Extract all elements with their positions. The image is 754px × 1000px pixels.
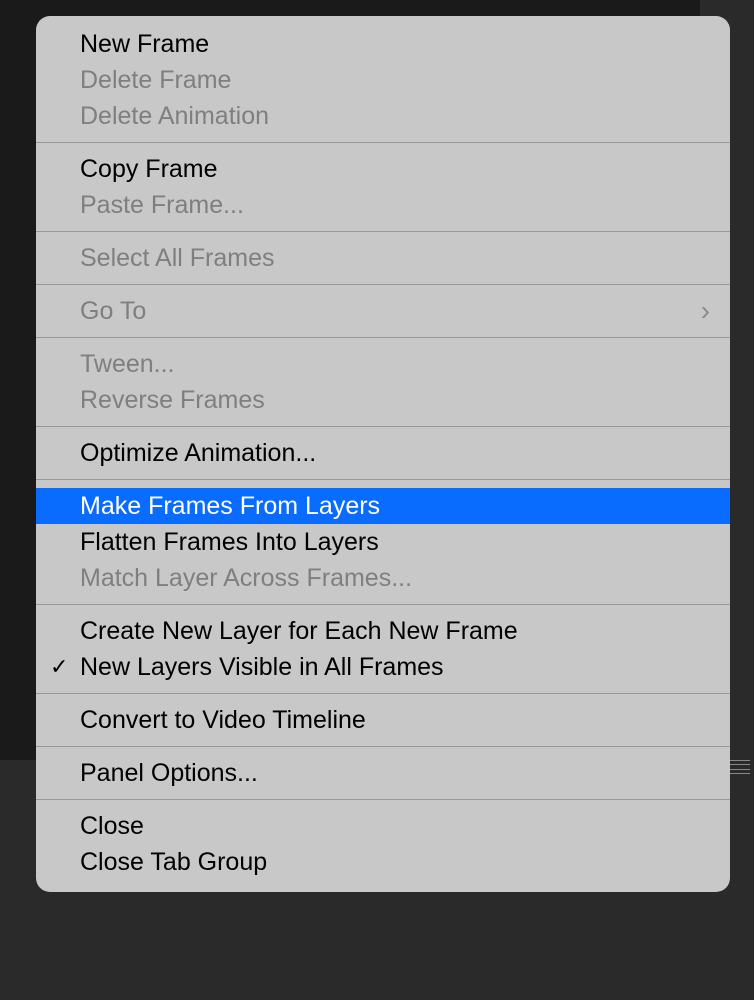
timeline-panel-menu: New Frame Delete Frame Delete Animation … [36, 16, 730, 892]
menu-label: Reverse Frames [80, 386, 265, 415]
menu-divider [36, 142, 730, 143]
menu-label: Close [80, 812, 144, 841]
menu-item-paste-frame: Paste Frame... [36, 187, 730, 223]
menu-item-new-layers-visible-all-frames[interactable]: ✓ New Layers Visible in All Frames [36, 649, 730, 685]
menu-divider [36, 746, 730, 747]
menu-label: Select All Frames [80, 244, 275, 273]
menu-label: Go To [80, 297, 146, 326]
menu-item-convert-to-video-timeline[interactable]: Convert to Video Timeline [36, 702, 730, 738]
menu-divider [36, 799, 730, 800]
menu-item-new-frame[interactable]: New Frame [36, 26, 730, 62]
menu-divider [36, 426, 730, 427]
menu-label: New Layers Visible in All Frames [80, 653, 444, 682]
menu-label: Panel Options... [80, 759, 258, 788]
menu-item-flatten-frames-into-layers[interactable]: Flatten Frames Into Layers [36, 524, 730, 560]
menu-label: Optimize Animation... [80, 439, 316, 468]
menu-item-tween: Tween... [36, 346, 730, 382]
menu-item-match-layer-across-frames: Match Layer Across Frames... [36, 560, 730, 596]
menu-item-reverse-frames: Reverse Frames [36, 382, 730, 418]
menu-label: Copy Frame [80, 155, 218, 184]
menu-item-delete-animation: Delete Animation [36, 98, 730, 134]
menu-item-panel-options[interactable]: Panel Options... [36, 755, 730, 791]
menu-item-create-new-layer-each-frame[interactable]: Create New Layer for Each New Frame [36, 613, 730, 649]
menu-item-close[interactable]: Close [36, 808, 730, 844]
menu-item-close-tab-group[interactable]: Close Tab Group [36, 844, 730, 880]
checkmark-icon: ✓ [50, 656, 68, 678]
menu-label: New Frame [80, 30, 209, 59]
menu-divider [36, 284, 730, 285]
chevron-right-icon: › [701, 297, 710, 325]
menu-divider [36, 693, 730, 694]
menu-item-select-all-frames: Select All Frames [36, 240, 730, 276]
menu-divider [36, 231, 730, 232]
menu-divider [36, 337, 730, 338]
menu-label: Paste Frame... [80, 191, 244, 220]
menu-label: Tween... [80, 350, 175, 379]
menu-label: Delete Animation [80, 102, 269, 131]
menu-label: Match Layer Across Frames... [80, 564, 412, 593]
menu-label: Make Frames From Layers [80, 492, 380, 521]
menu-item-make-frames-from-layers[interactable]: Make Frames From Layers [36, 488, 730, 524]
menu-divider [36, 604, 730, 605]
menu-item-delete-frame: Delete Frame [36, 62, 730, 98]
menu-label: Convert to Video Timeline [80, 706, 366, 735]
menu-label: Flatten Frames Into Layers [80, 528, 379, 557]
menu-label: Delete Frame [80, 66, 231, 95]
menu-label: Create New Layer for Each New Frame [80, 617, 518, 646]
menu-item-go-to: Go To › [36, 293, 730, 329]
menu-label: Close Tab Group [80, 848, 267, 877]
menu-item-optimize-animation[interactable]: Optimize Animation... [36, 435, 730, 471]
menu-item-copy-frame[interactable]: Copy Frame [36, 151, 730, 187]
menu-divider [36, 479, 730, 480]
